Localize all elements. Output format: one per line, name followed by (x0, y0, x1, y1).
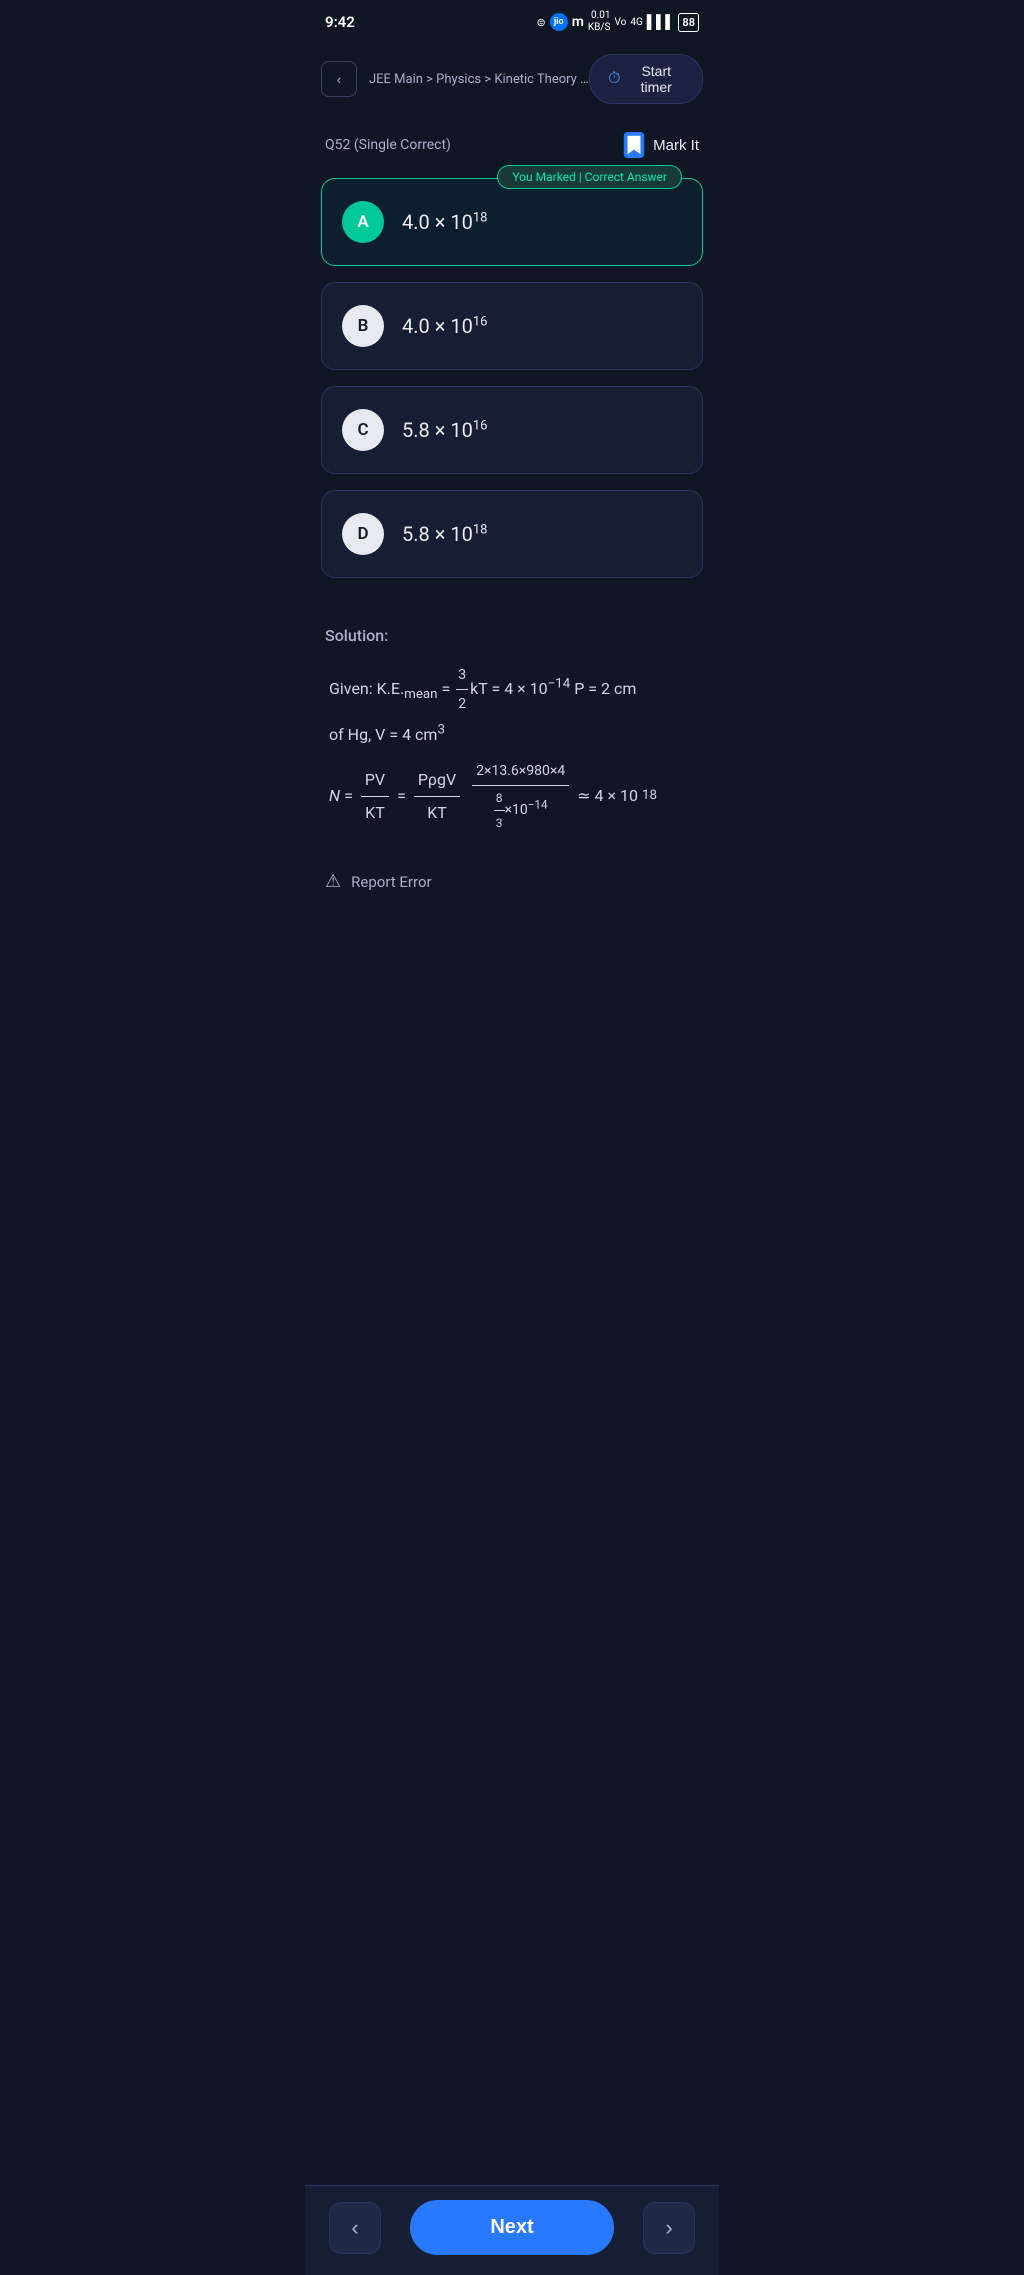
option-a-letter: A (342, 201, 384, 243)
m-icon: m (572, 14, 584, 30)
options-container: You Marked | Correct Answer A 4.0 × 1018… (305, 166, 719, 606)
question-label: Q52 (Single Correct) (325, 137, 451, 153)
start-timer-button[interactable]: ⏱ Start timer (589, 54, 703, 104)
next-button[interactable]: Next (410, 2200, 613, 2255)
solution-section: Solution: Given: K.E.mean = 32kT = 4 × 1… (305, 606, 719, 851)
correct-badge: You Marked | Correct Answer (497, 165, 682, 189)
timer-label: Start timer (628, 63, 684, 95)
timer-icon: ⏱ (608, 70, 620, 88)
option-d-letter: D (342, 513, 384, 555)
mark-it-label: Mark It (653, 137, 699, 154)
option-d[interactable]: D 5.8 × 1018 (321, 490, 703, 578)
volte-icon: Vo (614, 17, 626, 28)
breadcrumb: JEE Main > Physics > Kinetic Theory of (369, 72, 589, 87)
report-error[interactable]: ⚠ Report Error (305, 851, 719, 912)
solution-line-1: Given: K.E.mean = 32kT = 4 × 10−14 P = 2… (329, 679, 636, 698)
option-b[interactable]: B 4.0 × 1016 (321, 282, 703, 370)
option-a-text: 4.0 × 1018 (402, 210, 487, 234)
signal-bars: ▌▌▌ (647, 14, 675, 30)
back-button[interactable]: ‹ (321, 61, 357, 97)
warning-icon: ⚠ (325, 871, 341, 892)
status-bar: 9:42 ⊜ jio m 0.01 KB/S Vo 4G ▌▌▌ 88 (305, 0, 719, 42)
mark-it-button[interactable]: Mark It (623, 132, 699, 158)
forward-button[interactable]: › (643, 2202, 695, 2254)
solution-line-2: of Hg, V = 4 cm3 (329, 725, 445, 744)
option-a[interactable]: You Marked | Correct Answer A 4.0 × 1018 (321, 178, 703, 266)
option-d-text: 5.8 × 1018 (402, 522, 487, 546)
solution-math: Given: K.E.mean = 32kT = 4 × 10−14 P = 2… (325, 661, 699, 835)
bookmark-icon (623, 132, 645, 158)
status-time: 9:42 (325, 13, 355, 31)
prev-button[interactable]: ‹ (329, 2202, 381, 2254)
back-arrow-icon: ‹ (337, 72, 341, 87)
network-speed: 0.01 KB/S (588, 10, 611, 34)
forward-arrow-icon: › (665, 2215, 672, 2241)
4g-icon: 4G (630, 17, 642, 28)
prev-arrow-icon: ‹ (351, 2215, 358, 2241)
report-error-label: Report Error (351, 873, 431, 891)
nav-left: ‹ JEE Main > Physics > Kinetic Theory of (321, 61, 589, 97)
question-header: Q52 (Single Correct) Mark It (305, 116, 719, 166)
jio-icon: jio (550, 13, 568, 31)
solution-title: Solution: (325, 626, 699, 645)
option-b-letter: B (342, 305, 384, 347)
status-icons: ⊜ jio m 0.01 KB/S Vo 4G ▌▌▌ 88 (537, 10, 699, 34)
solution-line-3: N = PV KT = PρgV KT 2×13.6×980×4 83×10−1… (329, 757, 695, 835)
option-c-letter: C (342, 409, 384, 451)
battery-icon: 88 (678, 13, 699, 32)
option-c[interactable]: C 5.8 × 1016 (321, 386, 703, 474)
bottom-nav: ‹ Next › (305, 2185, 719, 2275)
option-c-text: 5.8 × 1016 (402, 418, 487, 442)
top-nav: ‹ JEE Main > Physics > Kinetic Theory of… (305, 42, 719, 116)
network-icon: ⊜ (537, 16, 546, 29)
option-b-text: 4.0 × 1016 (402, 314, 487, 338)
